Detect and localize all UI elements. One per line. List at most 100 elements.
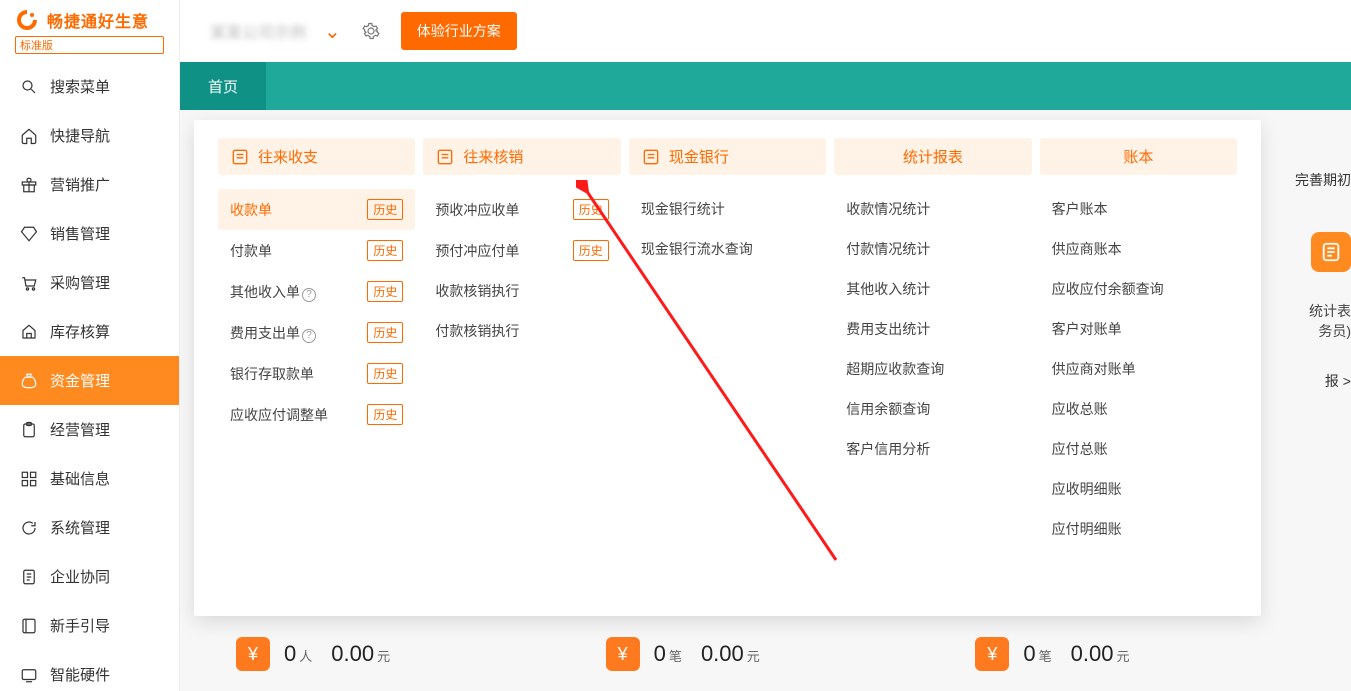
mega-item-label: 付款单 <box>230 241 272 261</box>
mega-column-title: 往来核销 <box>463 146 523 167</box>
mega-item-1-3[interactable]: 付款核销执行 <box>423 311 620 351</box>
history-badge[interactable]: 历史 <box>367 363 403 384</box>
mega-item-label: 应付明细账 <box>1052 519 1122 539</box>
sidebar-item-label: 经营管理 <box>50 419 110 440</box>
mega-item-2-1[interactable]: 现金银行流水查询 <box>629 229 826 269</box>
org-chevron-down-icon[interactable]: ⌄ <box>324 19 341 44</box>
mega-item-0-1[interactable]: 付款单 历史 <box>218 230 415 271</box>
brand-area: 畅捷通好生意 <box>0 0 179 36</box>
mega-column-0: 往来收支收款单历史付款单历史其他收入单?历史费用支出单?历史银行存取款单历史应收… <box>218 138 415 598</box>
history-badge[interactable]: 历史 <box>367 199 403 220</box>
sidebar-item-5[interactable]: 库存核算 <box>0 307 179 356</box>
mega-column-header: 统计报表 <box>834 138 1031 175</box>
mega-item-4-4[interactable]: 供应商对账单 <box>1040 349 1237 389</box>
history-badge[interactable]: 历史 <box>367 281 403 302</box>
settings-button[interactable] <box>359 19 383 43</box>
mega-column-header: 往来收支 <box>218 138 415 175</box>
sidebar-item-1[interactable]: 快捷导航 <box>0 111 179 160</box>
mega-item-label: 其他收入单? <box>230 282 316 302</box>
mega-item-label: 预付冲应付单 <box>435 241 519 261</box>
mega-item-3-3[interactable]: 费用支出统计 <box>834 309 1031 349</box>
sidebar-item-4[interactable]: 采购管理 <box>0 258 179 307</box>
sidebar-item-label: 搜索菜单 <box>50 76 110 97</box>
stat-card-0: ¥ 0人 0.00元 <box>236 637 556 671</box>
sidebar-item-2[interactable]: 营销推广 <box>0 160 179 209</box>
sidebar-item-11[interactable]: 新手引导 <box>0 601 179 650</box>
mega-item-label: 应收总账 <box>1052 399 1108 419</box>
stat-card-1: ¥ 0笔 0.00元 <box>606 637 926 671</box>
edition-badge: 标准版 <box>15 36 164 54</box>
mega-item-1-0[interactable]: 预收冲应收单 历史 <box>423 189 620 230</box>
history-badge[interactable]: 历史 <box>367 404 403 425</box>
help-icon[interactable]: ? <box>302 329 316 343</box>
mega-column-header: 现金银行 <box>629 138 826 175</box>
mega-column-title: 往来收支 <box>258 146 318 167</box>
mega-item-label: 供应商对账单 <box>1052 359 1136 379</box>
mega-item-4-1[interactable]: 供应商账本 <box>1040 229 1237 269</box>
mega-item-label: 供应商账本 <box>1052 239 1122 259</box>
mega-item-0-5[interactable]: 应收应付调整单历史 <box>218 394 415 435</box>
mega-item-3-0[interactable]: 收款情况统计 <box>834 189 1031 229</box>
sidebar-item-label: 系统管理 <box>50 517 110 538</box>
sidebar-item-label: 基础信息 <box>50 468 110 489</box>
sidebar-item-7[interactable]: 经营管理 <box>0 405 179 454</box>
report-quick-icon[interactable] <box>1311 232 1351 272</box>
clipboard-icon <box>20 421 38 439</box>
mega-item-label: 预收冲应收单 <box>435 200 519 220</box>
mega-item-3-5[interactable]: 信用余额查询 <box>834 389 1031 429</box>
tab-home[interactable]: 首页 <box>180 62 266 110</box>
peek-complete-initial[interactable]: 完善期初 <box>1295 170 1351 190</box>
mega-item-1-1[interactable]: 预付冲应付单 历史 <box>423 230 620 271</box>
refresh-icon <box>20 519 38 537</box>
history-badge[interactable]: 历史 <box>573 240 609 261</box>
help-icon[interactable]: ? <box>302 288 316 302</box>
stat-card-icon: ¥ <box>236 637 270 671</box>
mega-item-3-1[interactable]: 付款情况统计 <box>834 229 1031 269</box>
mega-item-0-4[interactable]: 银行存取款单历史 <box>218 353 415 394</box>
house-icon <box>20 323 38 341</box>
mega-item-label: 应付总账 <box>1052 439 1108 459</box>
try-plan-button[interactable]: 体验行业方案 <box>401 12 517 50</box>
stat-values: 0笔 0.00元 <box>654 641 776 667</box>
mega-item-4-2[interactable]: 应收应付余额查询 <box>1040 269 1237 309</box>
mega-item-label: 费用支出单? <box>230 323 316 343</box>
mega-item-4-5[interactable]: 应收总账 <box>1040 389 1237 429</box>
history-badge[interactable]: 历史 <box>367 322 403 343</box>
history-badge[interactable]: 历史 <box>367 240 403 261</box>
home-icon <box>20 127 38 145</box>
mega-item-label: 客户对账单 <box>1052 319 1122 339</box>
sidebar-item-10[interactable]: 企业协同 <box>0 552 179 601</box>
mega-item-label: 信用余额查询 <box>846 399 930 419</box>
mega-item-4-6[interactable]: 应付总账 <box>1040 429 1237 469</box>
mega-item-0-0[interactable]: 收款单 历史 <box>218 189 415 230</box>
mega-item-4-7[interactable]: 应收明细账 <box>1040 469 1237 509</box>
mega-item-0-3[interactable]: 费用支出单? 历史 <box>218 312 415 353</box>
history-badge[interactable]: 历史 <box>573 199 609 220</box>
right-side-peek: 完善期初 统计表 务员) 报 > <box>1295 170 1351 391</box>
diamond-icon <box>20 225 38 243</box>
gear-icon <box>362 22 380 40</box>
peek-report-link[interactable]: 报 > <box>1325 371 1351 391</box>
mega-menu-panel: 往来收支收款单历史付款单历史其他收入单?历史费用支出单?历史银行存取款单历史应收… <box>194 120 1261 616</box>
mega-item-4-8[interactable]: 应付明细账 <box>1040 509 1237 549</box>
mega-item-3-4[interactable]: 超期应收款查询 <box>834 349 1031 389</box>
sidebar-item-9[interactable]: 系统管理 <box>0 503 179 552</box>
sidebar-item-3[interactable]: 销售管理 <box>0 209 179 258</box>
mega-item-label: 收款单 <box>230 200 272 220</box>
sidebar-item-12[interactable]: 智能硬件 <box>0 650 179 691</box>
gift-icon <box>20 176 38 194</box>
mega-item-4-0[interactable]: 客户账本 <box>1040 189 1237 229</box>
stat-values: 0笔 0.00元 <box>1023 641 1145 667</box>
mega-item-1-2[interactable]: 收款核销执行 <box>423 271 620 311</box>
cart-icon <box>20 274 38 292</box>
mega-item-label: 收款情况统计 <box>846 199 930 219</box>
mega-item-3-2[interactable]: 其他收入统计 <box>834 269 1031 309</box>
sidebar-item-8[interactable]: 基础信息 <box>0 454 179 503</box>
mega-item-3-6[interactable]: 客户信用分析 <box>834 429 1031 469</box>
mega-item-4-3[interactable]: 客户对账单 <box>1040 309 1237 349</box>
mega-item-0-2[interactable]: 其他收入单? 历史 <box>218 271 415 312</box>
mega-item-2-0[interactable]: 现金银行统计 <box>629 189 826 229</box>
sidebar-item-0[interactable]: 搜索菜单 <box>0 62 179 111</box>
sidebar-item-6[interactable]: 资金管理 <box>0 356 179 405</box>
sidebar-item-label: 企业协同 <box>50 566 110 587</box>
